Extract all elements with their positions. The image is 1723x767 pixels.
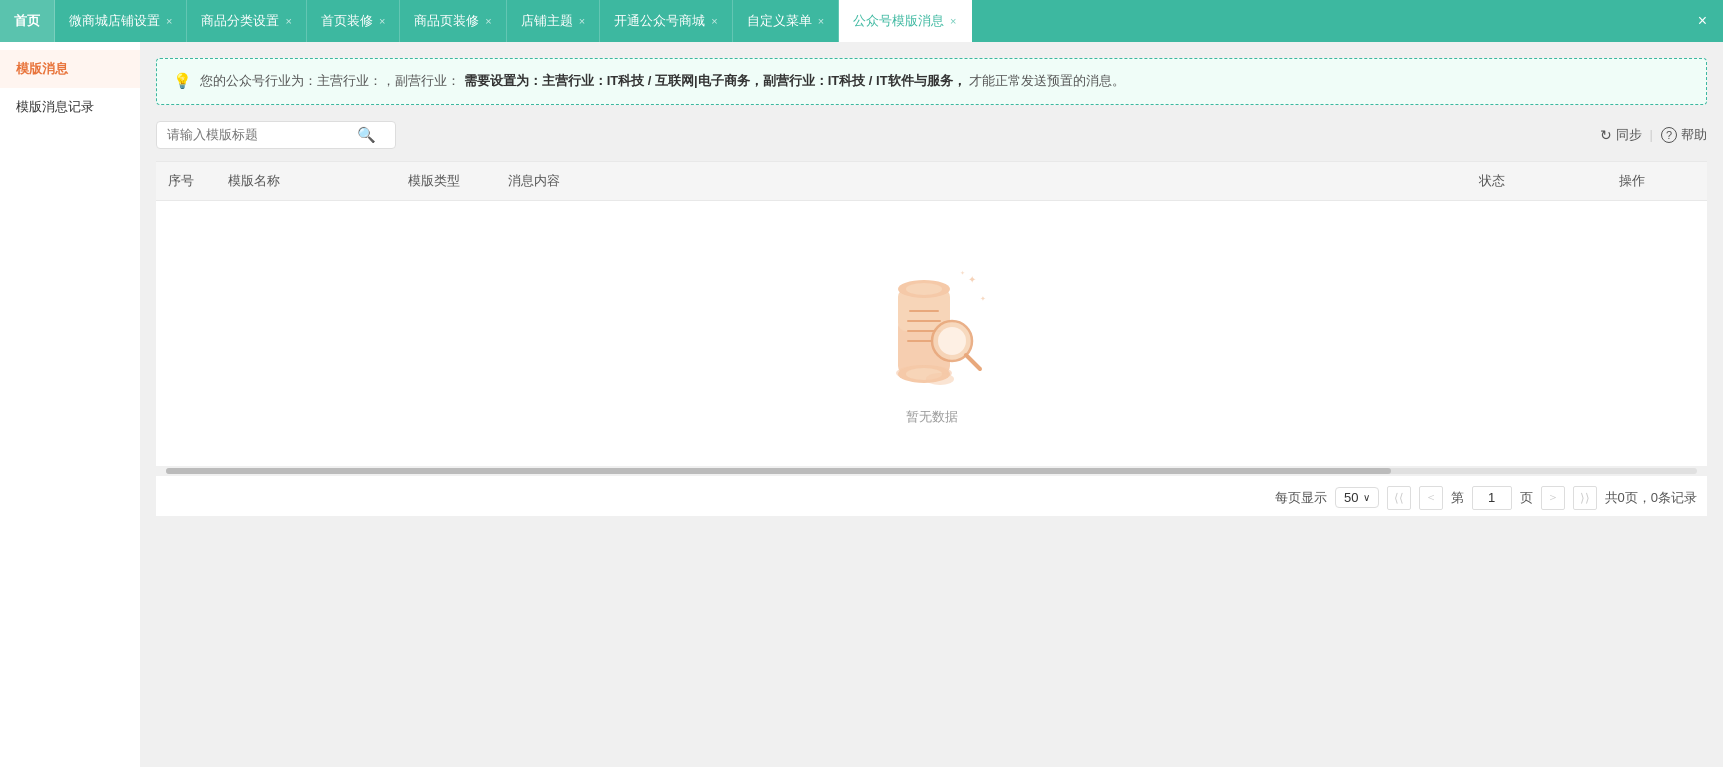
svg-line-13 [966,355,980,369]
empty-row: ✦ ✦ ✦ 暂无数据 [156,200,1707,466]
help-label: 帮助 [1681,126,1707,144]
nav-tab-home[interactable]: 首页 [0,0,55,42]
nav-tab-template-msg[interactable]: 公众号模版消息 × [839,0,971,42]
empty-state: ✦ ✦ ✦ 暂无数据 [156,201,1707,466]
search-input-wrap: 🔍 [156,121,396,149]
nav-tab-openstore[interactable]: 开通公众号商城 × [600,0,732,42]
first-page-button[interactable]: ⟨⟨ [1387,486,1411,510]
notice-highlight: 需要设置为：主营行业：IT科技 / 互联网|电子商务，副营行业：IT科技 / I… [464,73,966,88]
nav-tab-weishangcheng[interactable]: 微商城店铺设置 × [55,0,187,42]
svg-point-17 [926,373,954,385]
close-icon[interactable]: × [579,15,585,27]
empty-text: 暂无数据 [176,408,1687,426]
divider: | [1650,127,1653,142]
nav-tab-theme[interactable]: 店铺主题 × [507,0,600,42]
nav-tab-weishangcheng-label: 微商城店铺设置 [69,12,160,30]
nav-tab-openstore-label: 开通公众号商城 [614,12,705,30]
nav-tab-template-msg-label: 公众号模版消息 [853,12,944,30]
last-page-button[interactable]: ⟩⟩ [1573,486,1597,510]
sidebar: 模版消息 模版消息记录 [0,42,140,767]
notice-prefix: 您的公众号行业为：主营行业：，副营行业： [200,73,460,88]
nav-tab-custommenu-label: 自定义菜单 [747,12,812,30]
chevron-down-icon: ∨ [1363,492,1370,503]
col-header-action: 操作 [1607,161,1707,200]
close-icon[interactable]: × [818,15,824,27]
search-icon[interactable]: 🔍 [357,126,376,144]
notice-text: 您的公众号行业为：主营行业：，副营行业： 需要设置为：主营行业：IT科技 / 互… [200,71,1125,92]
close-icon[interactable]: × [379,15,385,27]
nav-tab-theme-label: 店铺主题 [521,12,573,30]
sync-icon: ↻ [1600,127,1612,143]
nav-tab-category-label: 商品分类设置 [201,12,279,30]
page-size-value: 50 [1344,490,1358,505]
horizontal-scrollbar[interactable] [156,466,1707,476]
notice-box: 💡 您的公众号行业为：主营行业：，副营行业： 需要设置为：主营行业：IT科技 /… [156,58,1707,105]
pagination-bar: 每页显示 50 ∨ ⟨⟨ ＜ 第 页 ＞ ⟩⟩ 共0页，0条记录 [156,476,1707,516]
nav-tab-homepage-label: 首页装修 [321,12,373,30]
table-body: ✦ ✦ ✦ 暂无数据 [156,200,1707,466]
svg-text:✦: ✦ [968,274,976,285]
svg-text:✦: ✦ [960,270,965,276]
col-header-name: 模版名称 [216,161,396,200]
close-icon[interactable]: × [285,15,291,27]
data-table-wrapper: 序号 模版名称 模版类型 消息内容 状态 操作 [156,161,1707,516]
sidebar-item-template-msg-record[interactable]: 模版消息记录 [0,88,140,126]
help-button[interactable]: ? 帮助 [1661,126,1707,144]
empty-icon: ✦ ✦ ✦ [176,261,1687,394]
svg-point-4 [906,283,942,295]
page-label-prefix: 第 [1451,489,1464,507]
nav-tab-category[interactable]: 商品分类设置 × [187,0,306,42]
close-icon[interactable]: × [711,15,717,27]
page-size-select[interactable]: 50 ∨ [1335,487,1378,508]
nav-tab-product-page[interactable]: 商品页装修 × [400,0,506,42]
sidebar-item-template-msg-record-label: 模版消息记录 [16,99,94,114]
col-header-type: 模版类型 [396,161,496,200]
data-table: 序号 模版名称 模版类型 消息内容 状态 操作 [156,161,1707,466]
col-header-content: 消息内容 [496,161,1467,200]
close-icon[interactable]: × [950,15,956,27]
sidebar-item-template-msg[interactable]: 模版消息 [0,50,140,88]
svg-point-12 [938,327,966,355]
search-bar: 🔍 ↻ 同步 | ? 帮助 [156,121,1707,149]
global-close-button[interactable]: × [1682,0,1723,42]
sync-label: 同步 [1616,126,1642,144]
page-label-suffix: 页 [1520,489,1533,507]
sidebar-item-template-msg-label: 模版消息 [16,61,68,76]
nav-tab-product-page-label: 商品页装修 [414,12,479,30]
top-nav: 首页 微商城店铺设置 × 商品分类设置 × 首页装修 × 商品页装修 × 店铺主… [0,0,1723,42]
next-page-button[interactable]: ＞ [1541,486,1565,510]
notice-suffix: 才能正常发送预置的消息。 [969,73,1125,88]
nav-tab-homepage[interactable]: 首页装修 × [307,0,400,42]
empty-illustration: ✦ ✦ ✦ [872,261,992,391]
lightbulb-icon: 💡 [173,72,192,90]
content-area: 💡 您的公众号行业为：主营行业：，副营行业： 需要设置为：主营行业：IT科技 /… [140,42,1723,767]
sync-button[interactable]: ↻ 同步 [1600,126,1642,144]
close-icon[interactable]: × [485,15,491,27]
search-input[interactable] [167,127,357,142]
total-info: 共0页，0条记录 [1605,489,1697,507]
close-icon[interactable]: × [166,15,172,27]
global-close-icon: × [1698,12,1707,30]
table-header-row: 序号 模版名称 模版类型 消息内容 状态 操作 [156,161,1707,200]
current-page-input[interactable] [1472,486,1512,510]
nav-tab-custommenu[interactable]: 自定义菜单 × [733,0,839,42]
prev-page-button[interactable]: ＜ [1419,486,1443,510]
page-size-label: 每页显示 [1275,489,1327,507]
scrollbar-thumb [166,468,1391,474]
col-header-index: 序号 [156,161,216,200]
main-layout: 模版消息 模版消息记录 💡 您的公众号行业为：主营行业：，副营行业： 需要设置为… [0,42,1723,767]
scrollbar-track [166,468,1697,474]
help-icon: ? [1661,127,1677,143]
nav-tab-home-label: 首页 [14,12,40,30]
col-header-status: 状态 [1467,161,1607,200]
search-actions: ↻ 同步 | ? 帮助 [1600,126,1707,144]
svg-text:✦: ✦ [980,295,986,302]
